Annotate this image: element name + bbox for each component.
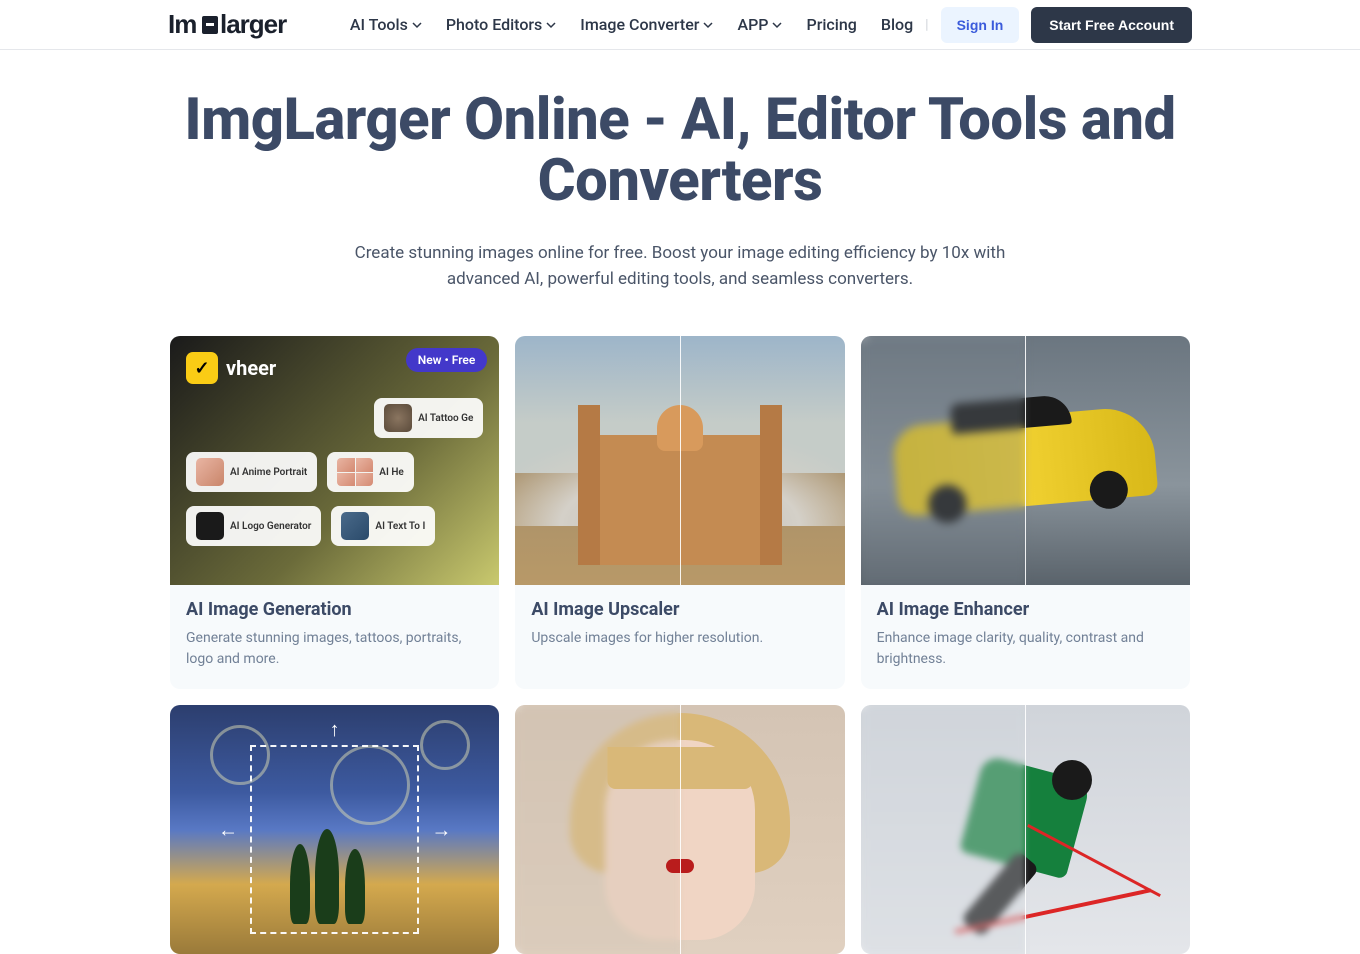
logo[interactable]: Im larger — [168, 10, 298, 40]
new-free-badge: New • Free — [406, 348, 488, 372]
nav-ai-tools[interactable]: AI Tools — [350, 15, 422, 34]
card-ai-outpainting[interactable]: ↑ ← → — [170, 705, 499, 954]
vheer-text: vheer — [226, 356, 276, 380]
card-ai-image-upscaler[interactable]: AI Image Upscaler Upscale images for hig… — [515, 336, 844, 689]
card-title: AI Image Enhancer — [877, 599, 1174, 620]
nav-app[interactable]: APP — [737, 15, 782, 34]
svg-text:larger: larger — [220, 10, 287, 39]
card-image — [861, 336, 1190, 585]
card-body: AI Image Upscaler Upscale images for hig… — [515, 585, 844, 668]
comparison-divider — [1025, 336, 1026, 585]
card-ai-face-retouch[interactable] — [515, 705, 844, 954]
nav-label: AI Tools — [350, 15, 408, 34]
card-ai-image-generation[interactable]: New • Free ✓ vheer AI Tattoo Ge AI Anime… — [170, 336, 499, 689]
card-image: New • Free ✓ vheer AI Tattoo Ge AI Anime… — [170, 336, 499, 585]
nav-pricing[interactable]: Pricing — [806, 15, 856, 34]
nav-label: Photo Editors — [446, 15, 542, 34]
nav-label: APP — [737, 15, 768, 34]
card-title: AI Image Generation — [186, 599, 483, 620]
card-image: ↑ ← → — [170, 705, 499, 954]
nav-separator: | — [925, 17, 928, 33]
chevron-down-icon — [546, 20, 556, 30]
chevron-down-icon — [703, 20, 713, 30]
pill-logo: AI Logo Generator — [186, 506, 321, 546]
crop-box — [250, 745, 419, 934]
nav-photo-editors[interactable]: Photo Editors — [446, 15, 556, 34]
main-content: ImgLarger Online - AI, Editor Tools and … — [160, 50, 1200, 954]
tool-grid: New • Free ✓ vheer AI Tattoo Ge AI Anime… — [170, 336, 1190, 954]
card-title: AI Image Upscaler — [531, 599, 828, 620]
card-image — [515, 705, 844, 954]
site-header: Im larger AI Tools Photo Editors Image C… — [0, 0, 1360, 50]
pill-anime: AI Anime Portrait — [186, 452, 317, 492]
card-ai-sharpen[interactable] — [861, 705, 1190, 954]
arrow-up-icon: ↑ — [330, 717, 340, 742]
card-desc: Upscale images for higher resolution. — [531, 628, 828, 648]
pill-text-to-image: AI Text To I — [331, 506, 435, 546]
page-subtitle: Create stunning images online for free. … — [320, 240, 1040, 293]
chevron-down-icon — [412, 20, 422, 30]
svg-text:Im: Im — [168, 10, 196, 39]
nav-label: Image Converter — [580, 15, 699, 34]
start-free-account-button[interactable]: Start Free Account — [1031, 7, 1192, 43]
arrow-left-icon: ← — [218, 817, 238, 842]
vheer-icon: ✓ — [186, 352, 218, 384]
comparison-divider — [680, 705, 681, 954]
card-image — [515, 336, 844, 585]
sign-in-button[interactable]: Sign In — [941, 7, 1020, 43]
pill-tattoo: AI Tattoo Ge — [374, 398, 483, 438]
page-title: ImgLarger Online - AI, Editor Tools and … — [170, 90, 1190, 212]
arrow-right-icon: → — [431, 817, 451, 842]
nav-label: Pricing — [806, 15, 856, 34]
card-ai-image-enhancer[interactable]: AI Image Enhancer Enhance image clarity,… — [861, 336, 1190, 689]
nav-image-converter[interactable]: Image Converter — [580, 15, 713, 34]
card-desc: Generate stunning images, tattoos, portr… — [186, 628, 483, 669]
chevron-down-icon — [772, 20, 782, 30]
card-image — [861, 705, 1190, 954]
comparison-divider — [1025, 705, 1026, 954]
main-nav: AI Tools Photo Editors Image Converter A… — [350, 15, 913, 34]
card-body: AI Image Enhancer Enhance image clarity,… — [861, 585, 1190, 689]
comparison-divider — [680, 336, 681, 585]
nav-label: Blog — [881, 15, 913, 34]
header-right: AI Tools Photo Editors Image Converter A… — [350, 7, 1192, 43]
card-desc: Enhance image clarity, quality, contrast… — [877, 628, 1174, 669]
pill-headshot: AI He — [327, 452, 414, 492]
card-body: AI Image Generation Generate stunning im… — [170, 585, 499, 689]
nav-blog[interactable]: Blog — [881, 15, 913, 34]
